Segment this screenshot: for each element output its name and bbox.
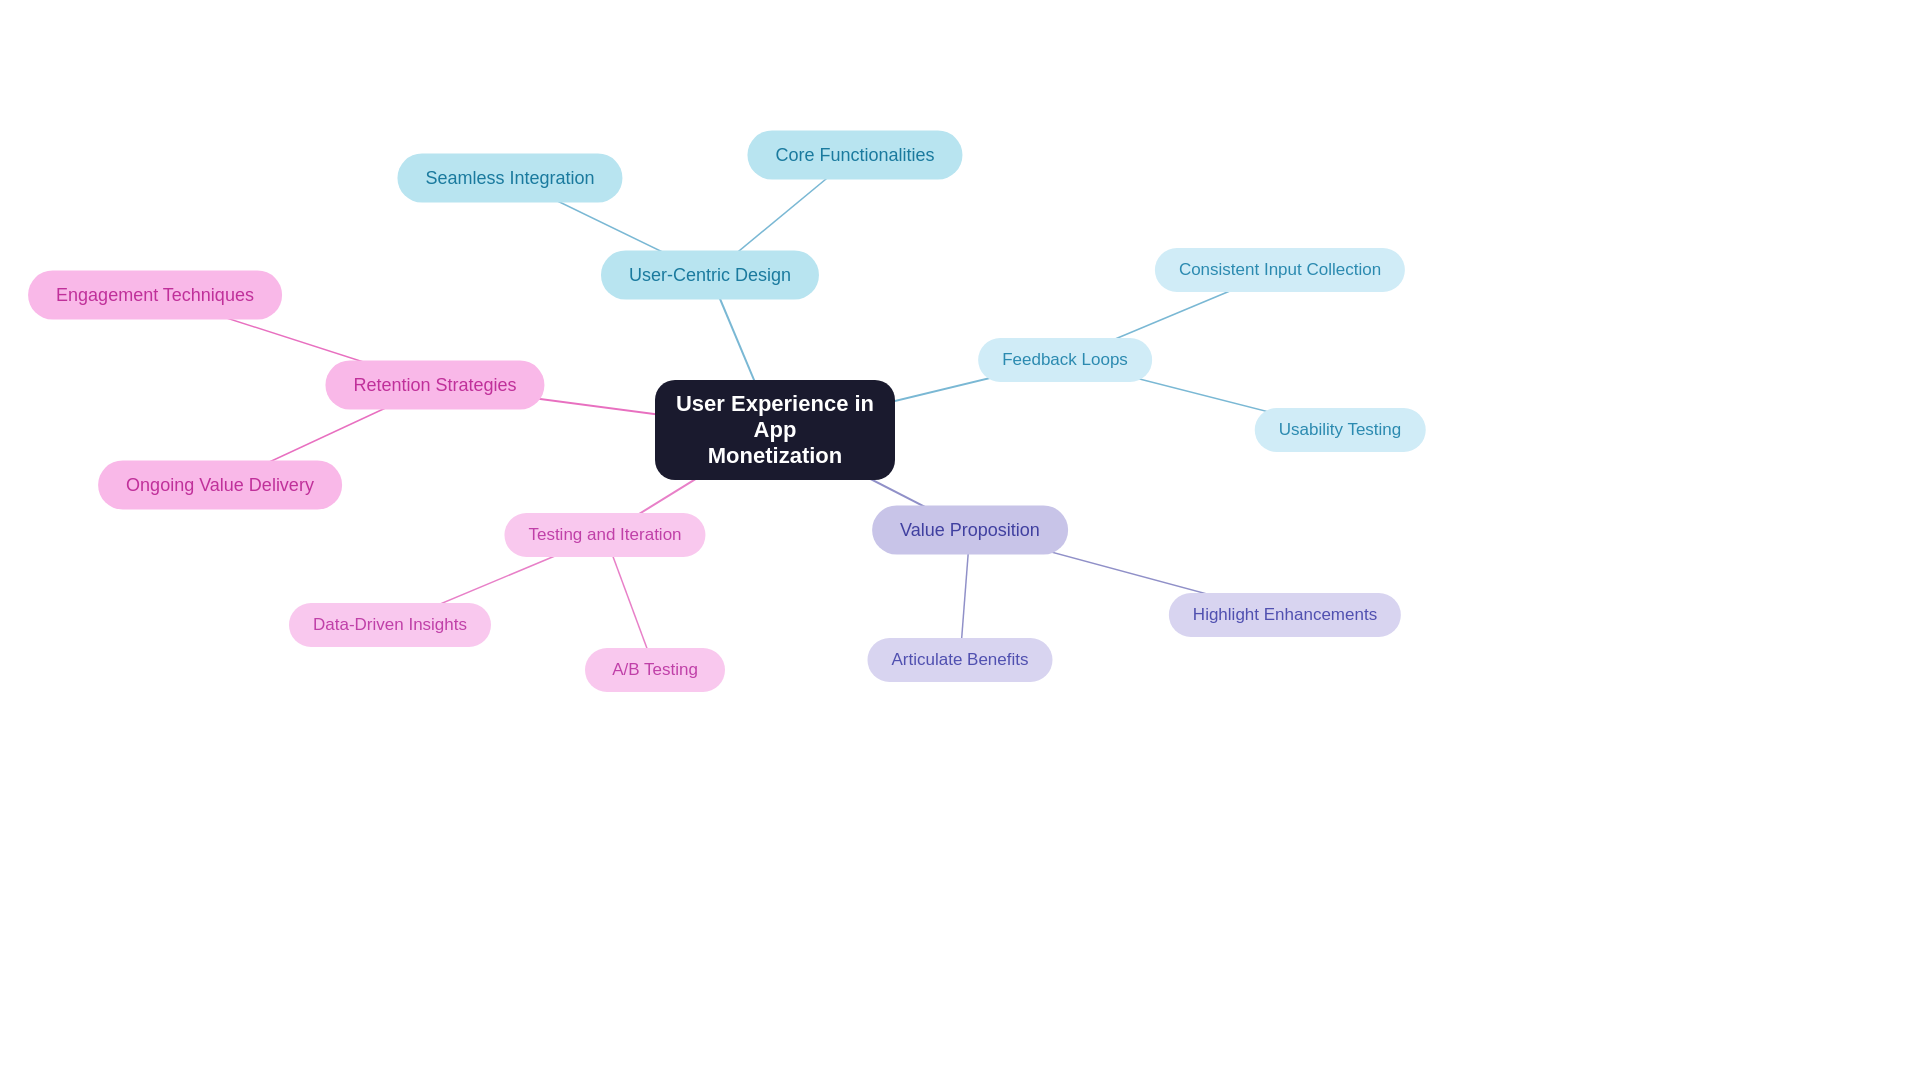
consistent-input-node[interactable]: Consistent Input Collection — [1155, 248, 1405, 292]
articulate-benefits-node[interactable]: Articulate Benefits — [867, 638, 1052, 682]
core-functionalities-label: Core Functionalities — [775, 145, 934, 166]
retention-label: Retention Strategies — [353, 375, 516, 396]
ab-testing-node[interactable]: A/B Testing — [585, 648, 725, 692]
center-node[interactable]: User Experience in AppMonetization — [655, 380, 895, 480]
data-driven-node[interactable]: Data-Driven Insights — [289, 603, 491, 647]
engagement-techniques-node[interactable]: Engagement Techniques — [28, 271, 282, 320]
feedback-loops-label: Feedback Loops — [1002, 350, 1128, 370]
testing-iteration-label: Testing and Iteration — [528, 525, 681, 545]
highlight-enhancements-node[interactable]: Highlight Enhancements — [1169, 593, 1401, 637]
engagement-label: Engagement Techniques — [56, 285, 254, 306]
retention-strategies-node[interactable]: Retention Strategies — [325, 361, 544, 410]
highlight-enhancements-label: Highlight Enhancements — [1193, 605, 1377, 625]
seamless-integration-node[interactable]: Seamless Integration — [397, 154, 622, 203]
seamless-integration-label: Seamless Integration — [425, 168, 594, 189]
value-proposition-node[interactable]: Value Proposition — [872, 506, 1068, 555]
usability-testing-label: Usability Testing — [1279, 420, 1402, 440]
articulate-benefits-label: Articulate Benefits — [891, 650, 1028, 670]
user-centric-design-node[interactable]: User-Centric Design — [601, 251, 819, 300]
data-driven-label: Data-Driven Insights — [313, 615, 467, 635]
testing-iteration-node[interactable]: Testing and Iteration — [504, 513, 705, 557]
usability-testing-node[interactable]: Usability Testing — [1255, 408, 1426, 452]
ab-testing-label: A/B Testing — [612, 660, 698, 680]
center-label: User Experience in AppMonetization — [655, 391, 895, 469]
value-proposition-label: Value Proposition — [900, 520, 1040, 541]
core-functionalities-node[interactable]: Core Functionalities — [747, 131, 962, 180]
ongoing-value-label: Ongoing Value Delivery — [126, 475, 314, 496]
user-centric-label: User-Centric Design — [629, 265, 791, 286]
consistent-input-label: Consistent Input Collection — [1179, 260, 1381, 280]
feedback-loops-node[interactable]: Feedback Loops — [978, 338, 1152, 382]
ongoing-value-delivery-node[interactable]: Ongoing Value Delivery — [98, 461, 342, 510]
